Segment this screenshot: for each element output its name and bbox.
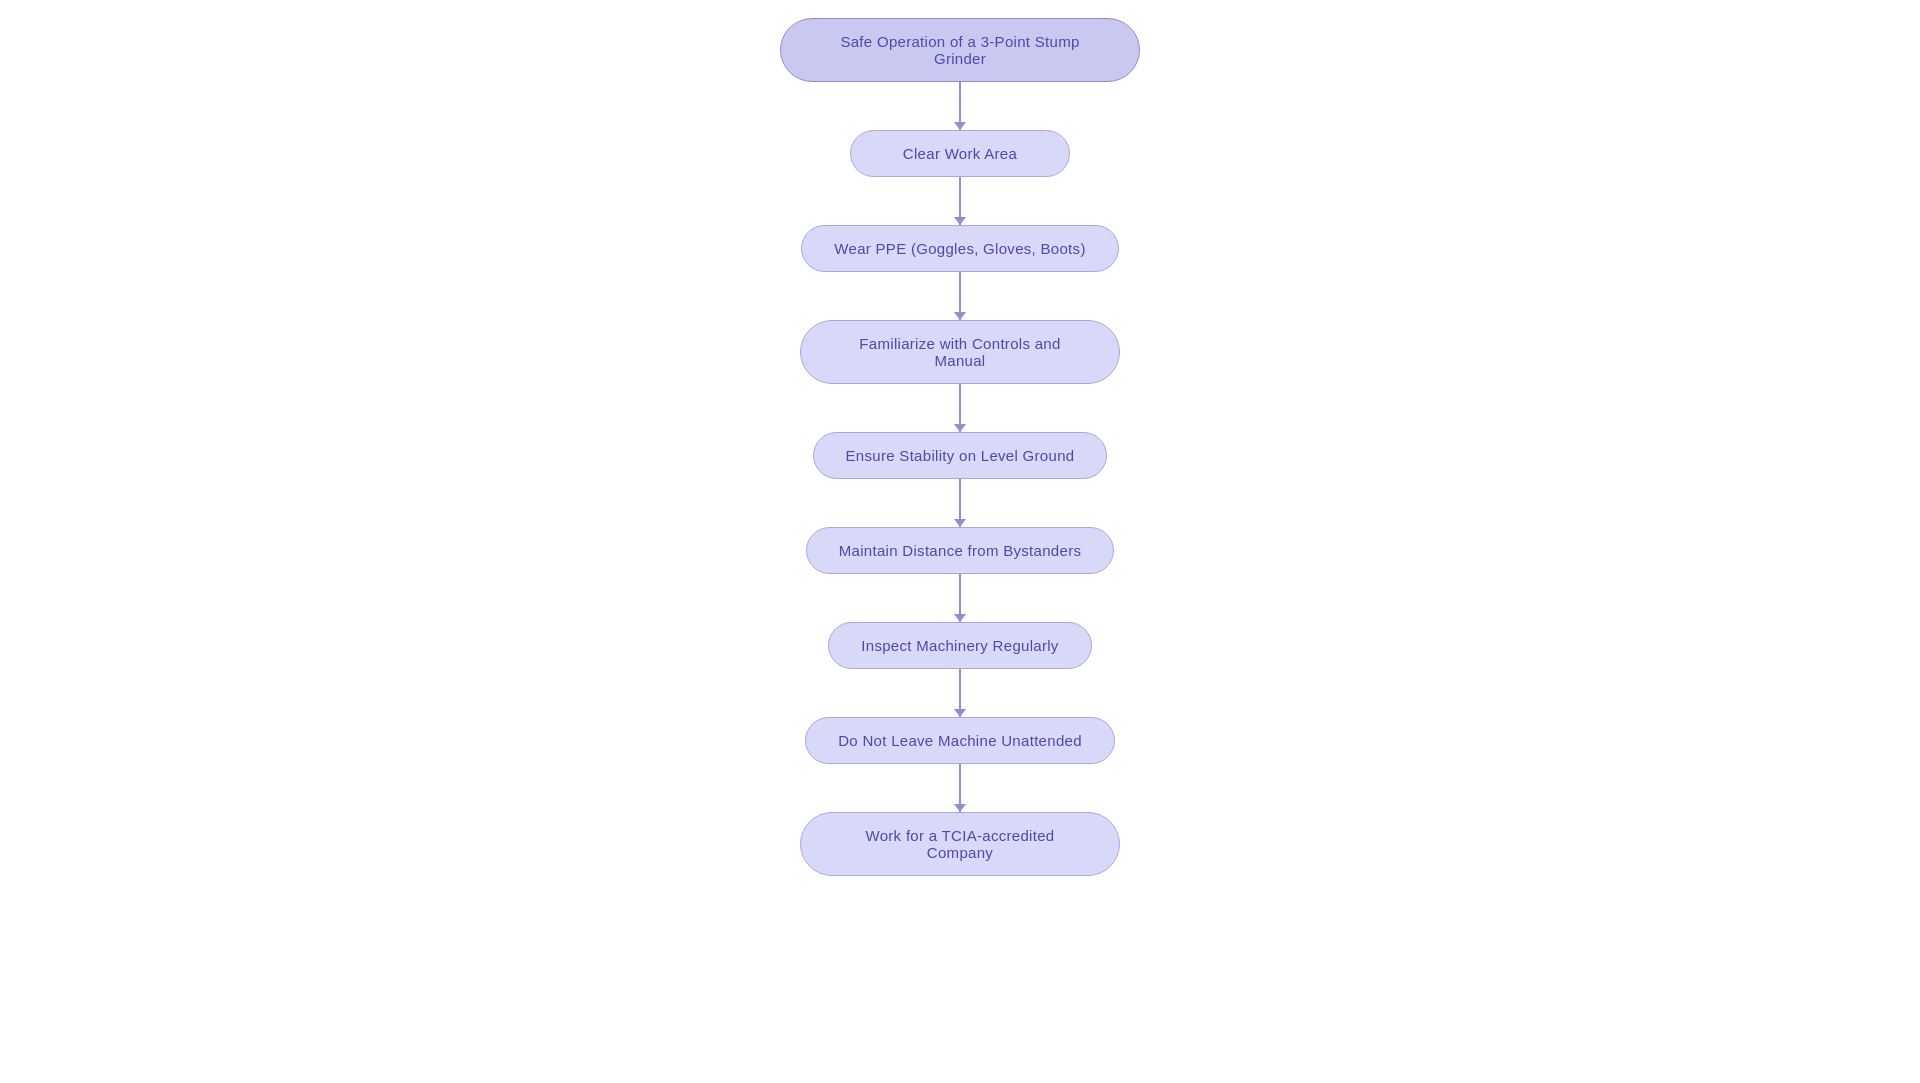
flowchart-node-step2: Wear PPE (Goggles, Gloves, Boots) [801,225,1118,272]
flowchart-node-step4: Ensure Stability on Level Ground [813,432,1108,479]
flowchart-node-step1: Clear Work Area [850,130,1070,177]
connector-1 [959,177,961,225]
flowchart-node-step8: Work for a TCIA-accredited Company [800,812,1120,876]
flowchart-node-step7: Do Not Leave Machine Unattended [805,717,1115,764]
flowchart-node-step3: Familiarize with Controls and Manual [800,320,1120,384]
connector-5 [959,574,961,622]
flowchart-node-step5: Maintain Distance from Bystanders [806,527,1115,574]
connector-0 [959,82,961,130]
connector-3 [959,384,961,432]
flowchart-node-step6: Inspect Machinery Regularly [828,622,1091,669]
flowchart-node-root: Safe Operation of a 3-Point Stump Grinde… [780,18,1140,82]
connector-6 [959,669,961,717]
connector-2 [959,272,961,320]
connector-4 [959,479,961,527]
connector-7 [959,764,961,812]
flowchart: Safe Operation of a 3-Point Stump Grinde… [780,0,1140,876]
